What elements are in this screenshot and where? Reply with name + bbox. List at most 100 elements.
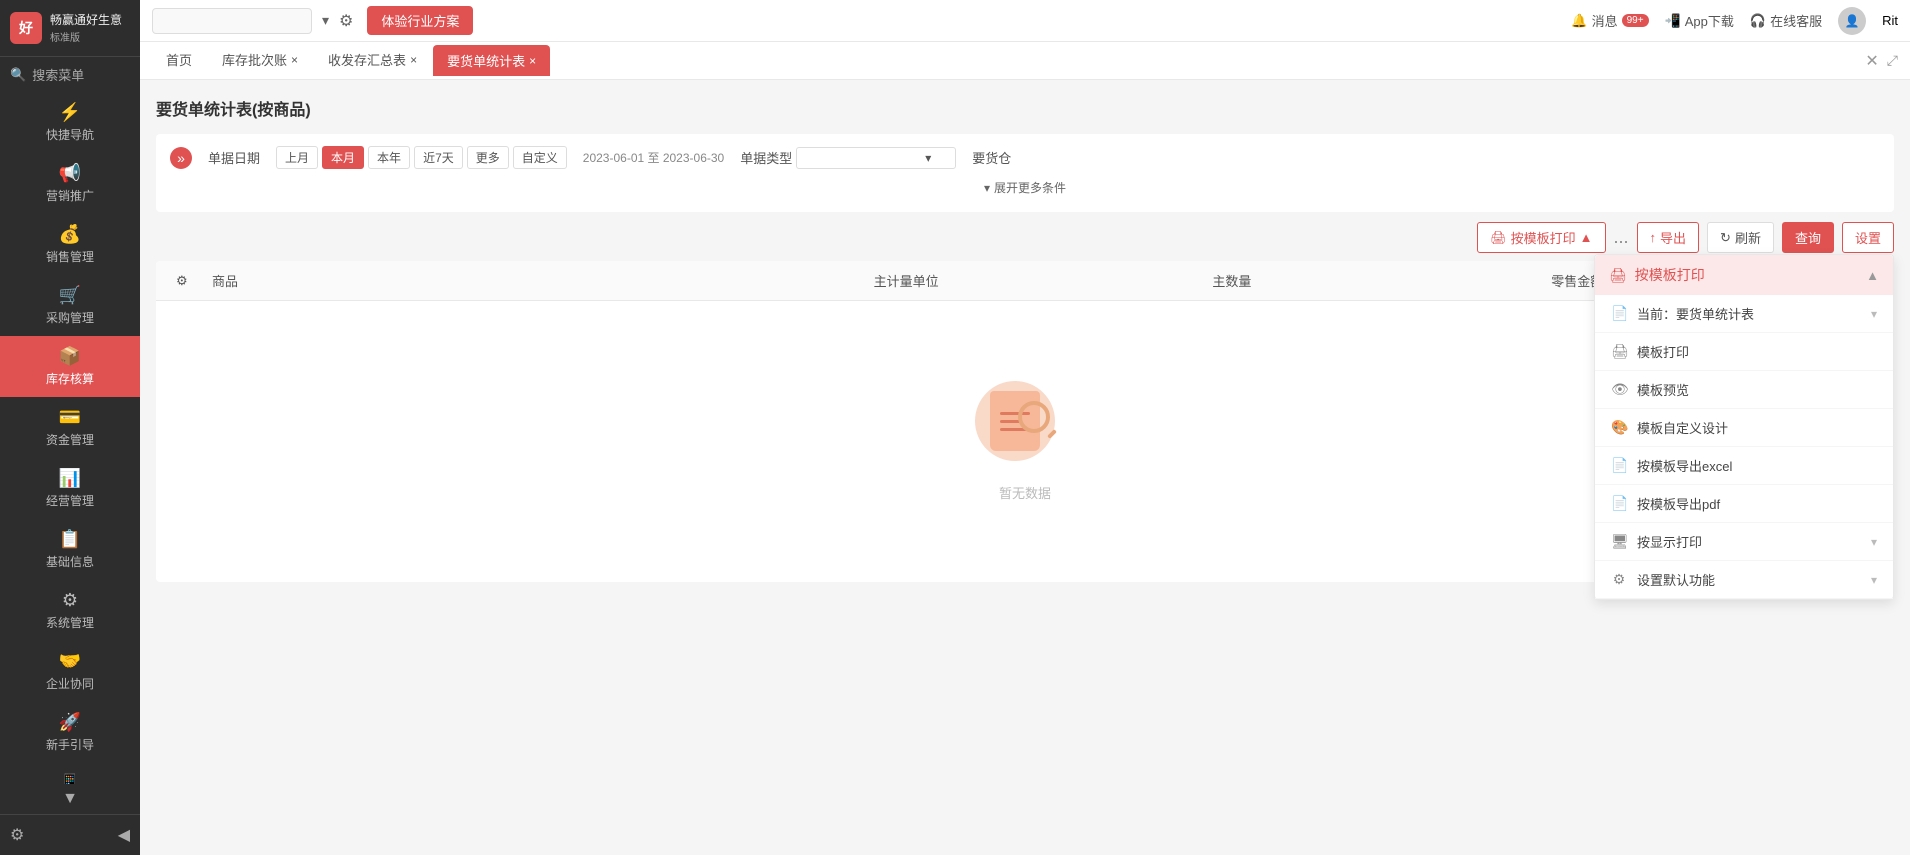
expand-more-conditions-btn[interactable]: ▾ 展开更多条件: [170, 175, 1880, 200]
printer-icon: 🖨: [1490, 230, 1507, 246]
notification-btn[interactable]: 🔔 消息 99+: [1571, 11, 1648, 30]
notification-badge: 99+: [1622, 14, 1649, 27]
system-icon: ⚙: [62, 590, 78, 611]
collab-icon: 🤝: [59, 651, 81, 672]
avatar[interactable]: 👤: [1838, 7, 1866, 35]
dropdown-current-item[interactable]: 📄 当前：要货单统计表 ▾: [1595, 295, 1893, 333]
refresh-button[interactable]: ↻ 刷新: [1707, 222, 1774, 253]
sidebar-item-appstore[interactable]: 📱 应用中心: [0, 763, 140, 784]
tab-receipt-close[interactable]: ×: [410, 54, 417, 66]
dropdown-display-print[interactable]: 🖥 按显示打印 ▾: [1595, 523, 1893, 561]
sidebar-item-basic[interactable]: 📋 基础信息: [0, 519, 140, 580]
filter-panel: » 单据日期 上月 本月 本年 近7天 更多 自定义 2023-06-01 至 …: [156, 134, 1894, 212]
tab-batch[interactable]: 库存批次账 ×: [208, 44, 312, 77]
print-icon: 🖨: [1611, 343, 1627, 360]
sidebar-item-quicknav[interactable]: ⚡ 快捷导航: [0, 92, 140, 153]
export-pdf-label: 按模板导出pdf: [1637, 494, 1720, 513]
date-btn-more[interactable]: 更多: [467, 146, 509, 169]
sidebar-item-inventory[interactable]: 📦 库存核算: [0, 336, 140, 397]
topbar-gear-icon[interactable]: ⚙: [339, 11, 353, 31]
date-btn-this-month[interactable]: 本月: [322, 146, 364, 169]
sidebar-item-newguide[interactable]: 🚀 新手引导: [0, 702, 140, 763]
date-btn-custom[interactable]: 自定义: [513, 146, 567, 169]
sidebar-scroll-down[interactable]: ▼: [0, 784, 140, 814]
doc-type-select[interactable]: ▾: [796, 147, 956, 169]
dropdown-template-design[interactable]: 🎨 模板自定义设计: [1595, 409, 1893, 447]
more-options-icon[interactable]: ...: [1614, 227, 1629, 248]
tab-home[interactable]: 首页: [152, 44, 206, 77]
display-print-icon: 🖥: [1611, 533, 1627, 550]
dropdown-template-print[interactable]: 🖨 模板打印: [1595, 333, 1893, 371]
tab-order-label: 要货单统计表: [447, 51, 525, 70]
sidebar-item-sales[interactable]: 💰 销售管理: [0, 214, 140, 275]
app-download-btn[interactable]: 📲 App下载: [1665, 11, 1734, 30]
filter-row-1: » 单据日期 上月 本月 本年 近7天 更多 自定义 2023-06-01 至 …: [170, 146, 1880, 169]
sidebar-item-label: 企业协同: [46, 675, 94, 692]
tab-batch-close[interactable]: ×: [291, 54, 298, 66]
sidebar-item-label: 经营管理: [46, 492, 94, 509]
tabs-bar: 首页 库存批次账 × 收发存汇总表 × 要货单统计表 × ✕ ⤢: [140, 42, 1910, 80]
dropdown-export-excel[interactable]: 📄 按模板导出excel: [1595, 447, 1893, 485]
dropdown-template-preview[interactable]: 👁 模板预览: [1595, 371, 1893, 409]
export-label: 导出: [1660, 228, 1686, 247]
tabs-close-all-icon[interactable]: ✕: [1865, 51, 1878, 71]
print-template-button[interactable]: 🖨 按模板打印 ▲: [1477, 222, 1605, 253]
settings-button[interactable]: 设置: [1842, 222, 1894, 253]
date-buttons: 上月 本月 本年 近7天 更多 自定义: [276, 146, 567, 169]
pdf-icon: 📄: [1611, 495, 1627, 512]
sidebar-item-purchase[interactable]: 🛒 采购管理: [0, 275, 140, 336]
export-button[interactable]: ↑ 导出: [1637, 222, 1700, 253]
toolbar-row: 🖨 按模板打印 ▲ ... ↑ 导出 ↻ 刷新 查询 设置: [156, 222, 1894, 253]
logo-icon: 好: [10, 12, 42, 44]
date-btn-prev-month[interactable]: 上月: [276, 146, 318, 169]
printer-icon: 🖨: [1609, 267, 1627, 284]
topbar-right: 🔔 消息 99+ 📲 App下载 🎧 在线客服 👤 Rit: [1571, 7, 1898, 35]
app-logo: 好 畅赢通好生意 标准版: [0, 0, 140, 57]
tab-order-summary[interactable]: 要货单统计表 ×: [433, 45, 550, 76]
sidebar-item-collab[interactable]: 🤝 企业协同: [0, 641, 140, 702]
template-print-label: 模板打印: [1637, 342, 1689, 361]
date-btn-this-year[interactable]: 本年: [368, 146, 410, 169]
topbar-search-input[interactable]: [152, 8, 312, 34]
content-area: 要货单统计表(按商品) » 单据日期 上月 本月 本年 近7天 更多 自定义 2…: [140, 80, 1910, 855]
marketing-icon: 📢: [59, 163, 81, 184]
tab-batch-label: 库存批次账: [222, 50, 287, 69]
sidebar-collapse-icon[interactable]: ◀: [118, 825, 130, 845]
filter-expand-button[interactable]: »: [170, 147, 192, 169]
date-btn-7days[interactable]: 近7天: [414, 146, 463, 169]
tabs-expand-icon[interactable]: ⤢: [1887, 52, 1898, 69]
set-default-label: 设置默认功能: [1637, 570, 1715, 589]
dropdown-export-pdf[interactable]: 📄 按模板导出pdf: [1595, 485, 1893, 523]
sidebar-item-marketing[interactable]: 📢 营销推广: [0, 153, 140, 214]
th-unit: 主计量单位: [866, 261, 1205, 300]
current-icon: 📄: [1611, 305, 1627, 322]
experience-industry-button[interactable]: 体验行业方案: [367, 6, 473, 35]
search-menu-label: 搜索菜单: [32, 65, 84, 84]
app-download-label: App下载: [1685, 11, 1734, 30]
sidebar-item-label: 快捷导航: [46, 126, 94, 143]
sidebar-item-label: 库存核算: [46, 370, 94, 387]
query-label: 查询: [1795, 228, 1821, 247]
operation-icon: 📊: [59, 468, 81, 489]
preview-icon: 👁: [1611, 381, 1627, 398]
sidebar-settings-icon[interactable]: ⚙: [10, 825, 24, 845]
th-settings[interactable]: ⚙: [168, 263, 204, 299]
topbar: ▾ ⚙ 体验行业方案 🔔 消息 99+ 📲 App下载 🎧 在线客服 👤 Rit: [140, 0, 1910, 42]
sidebar-item-system[interactable]: ⚙ 系统管理: [0, 580, 140, 641]
notification-label: 消息: [1592, 11, 1618, 30]
display-print-label: 按显示打印: [1637, 532, 1702, 551]
tab-order-close[interactable]: ×: [529, 55, 536, 67]
online-service-label: 在线客服: [1770, 11, 1822, 30]
dropdown-arrow-icon: ▾: [1871, 307, 1877, 321]
dropdown-set-default[interactable]: ⚙ 设置默认功能 ▾: [1595, 561, 1893, 599]
topbar-dropdown-icon[interactable]: ▾: [322, 12, 329, 29]
tab-receipt-summary[interactable]: 收发存汇总表 ×: [314, 44, 431, 77]
basic-icon: 📋: [59, 529, 81, 550]
sidebar-item-finance[interactable]: 💳 资金管理: [0, 397, 140, 458]
sidebar-item-label: 采购管理: [46, 309, 94, 326]
sidebar-item-operation[interactable]: 📊 经营管理: [0, 458, 140, 519]
query-button[interactable]: 查询: [1782, 222, 1834, 253]
search-menu-btn[interactable]: 🔍 搜索菜单: [0, 57, 140, 92]
online-service-btn[interactable]: 🎧 在线客服: [1750, 11, 1822, 30]
date-filter-label: 单据日期: [208, 148, 260, 167]
